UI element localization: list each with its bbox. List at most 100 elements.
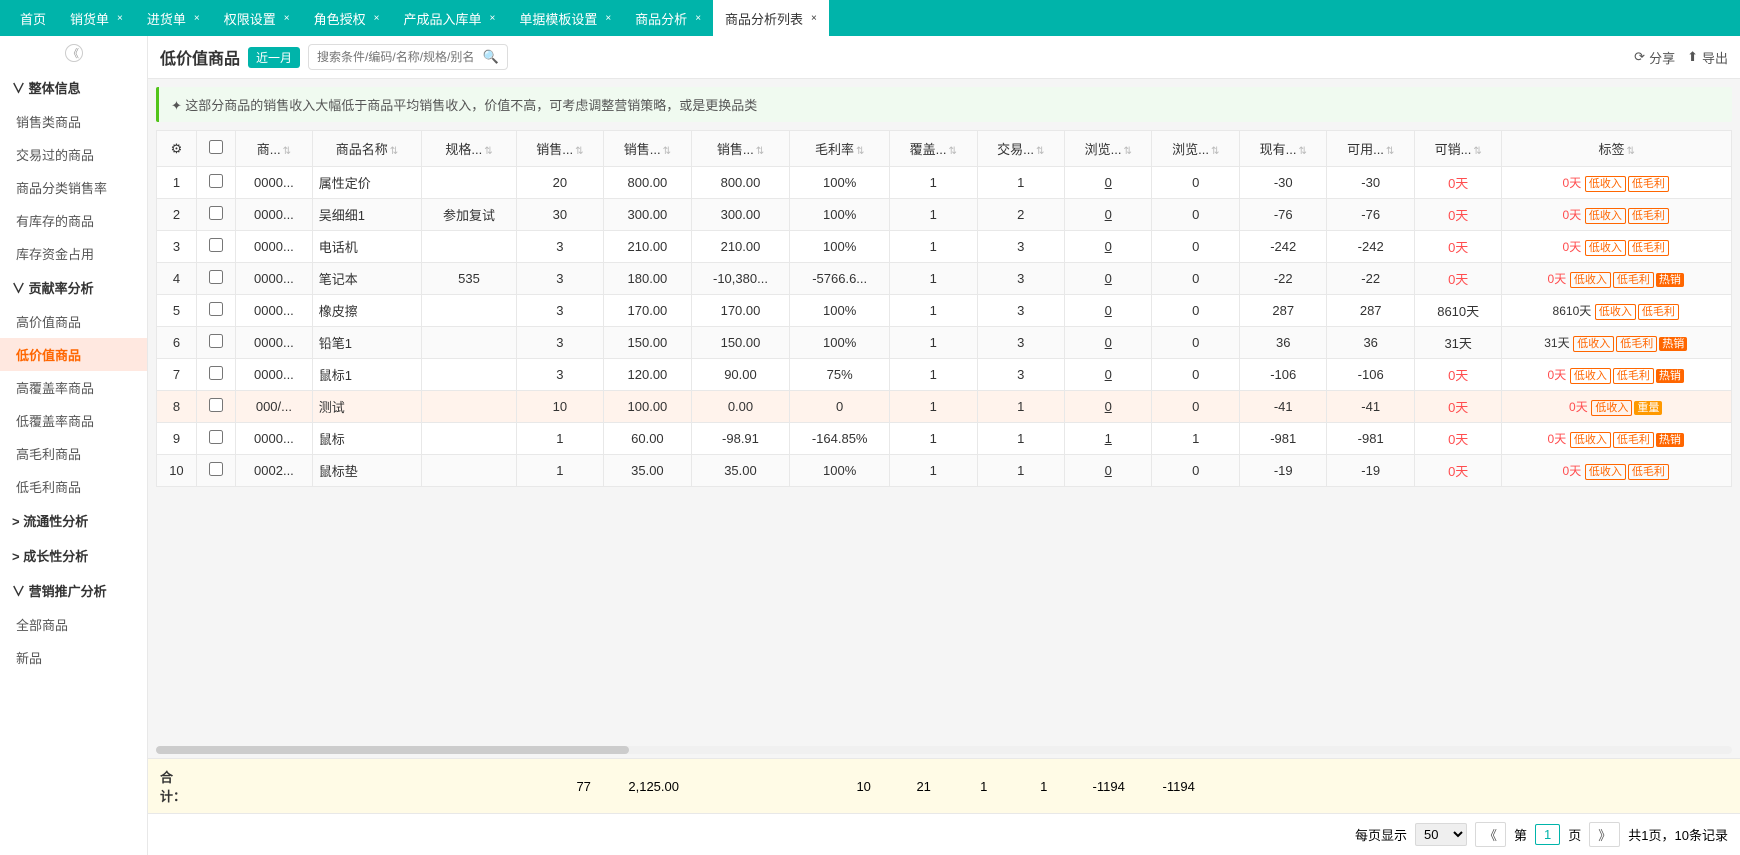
row-select[interactable] <box>209 366 223 380</box>
row-browse1[interactable]: 0 <box>1065 295 1152 327</box>
col-available-stock[interactable]: 可用...⇅ <box>1327 131 1414 167</box>
sidebar-group-overall-label: ∨ 整体信息 <box>12 78 81 97</box>
col-sellable-stock[interactable]: 可销...⇅ <box>1414 131 1501 167</box>
search-box[interactable]: 🔍 <box>308 44 508 70</box>
row-browse1[interactable]: 0 <box>1065 167 1152 199</box>
sidebar-group-growth[interactable]: > 成长性分析 <box>0 538 147 573</box>
sidebar-group-flow[interactable]: > 流通性分析 <box>0 503 147 538</box>
row-browse1[interactable]: 0 <box>1065 455 1152 487</box>
sidebar-item-low-profit[interactable]: 低毛利商品 <box>0 470 147 503</box>
share-button[interactable]: ⟳ 分享 <box>1634 48 1675 67</box>
sidebar-item-low-coverage[interactable]: 低覆盖率商品 <box>0 404 147 437</box>
sidebar-item-category-rate[interactable]: 商品分类销售率 <box>0 171 147 204</box>
sidebar-group-marketing[interactable]: ∨ 营销推广分析 <box>0 573 147 608</box>
col-spec[interactable]: 规格...⇅ <box>422 131 516 167</box>
row-checkbox[interactable] <box>196 295 235 327</box>
row-browse1[interactable]: 0 <box>1065 263 1152 295</box>
row-code: 0002... <box>236 455 313 487</box>
row-checkbox[interactable] <box>196 199 235 231</box>
sidebar-item-high-value[interactable]: 高价值商品 <box>0 305 147 338</box>
row-select[interactable] <box>209 174 223 188</box>
nav-permissions[interactable]: 权限设置 × <box>212 0 302 36</box>
row-browse1[interactable]: 0 <box>1065 231 1152 263</box>
row-browse1[interactable]: 0 <box>1065 391 1152 423</box>
row-checkbox[interactable] <box>196 167 235 199</box>
nav-purchase-close[interactable]: × <box>194 13 200 24</box>
nav-home[interactable]: 首页 <box>8 0 58 36</box>
sidebar-item-sales-products[interactable]: 销售类商品 <box>0 105 147 138</box>
nav-analysis-close[interactable]: × <box>695 13 701 24</box>
sidebar-group-overall[interactable]: ∨ 整体信息 <box>0 70 147 105</box>
nav-templates[interactable]: 单据模板设置 × <box>507 0 623 36</box>
col-tags[interactable]: 标签⇅ <box>1502 131 1732 167</box>
row-select[interactable] <box>209 430 223 444</box>
row-select[interactable] <box>209 302 223 316</box>
sidebar-item-high-profit[interactable]: 高毛利商品 <box>0 437 147 470</box>
sidebar-item-traded-products[interactable]: 交易过的商品 <box>0 138 147 171</box>
col-coverage[interactable]: 覆盖...⇅ <box>890 131 977 167</box>
row-checkbox[interactable] <box>196 391 235 423</box>
sidebar-item-high-coverage[interactable]: 高覆盖率商品 <box>0 371 147 404</box>
row-sellable-stock: 0天 <box>1414 167 1501 199</box>
sidebar-item-stock-products[interactable]: 有库存的商品 <box>0 204 147 237</box>
nav-sales[interactable]: 销货单 × <box>58 0 135 36</box>
filter-tag[interactable]: 近一月 <box>248 47 300 68</box>
row-checkbox[interactable] <box>196 263 235 295</box>
row-checkbox[interactable] <box>196 455 235 487</box>
sidebar-group-growth-label: > 成长性分析 <box>12 546 88 565</box>
row-browse1[interactable]: 0 <box>1065 359 1152 391</box>
sidebar-item-all-products[interactable]: 全部商品 <box>0 608 147 641</box>
row-browse1[interactable]: 0 <box>1065 327 1152 359</box>
row-checkbox[interactable] <box>196 327 235 359</box>
col-name[interactable]: 商品名称⇅ <box>312 131 422 167</box>
row-browse1[interactable]: 1 <box>1065 423 1152 455</box>
sidebar-item-low-value[interactable]: 低价值商品 <box>0 338 147 371</box>
per-page-select[interactable]: 50 100 200 <box>1415 823 1467 846</box>
row-select[interactable] <box>209 206 223 220</box>
row-select[interactable] <box>209 462 223 476</box>
col-browse1[interactable]: 浏览...⇅ <box>1065 131 1152 167</box>
nav-roles-close[interactable]: × <box>374 13 380 24</box>
row-browse1[interactable]: 0 <box>1065 199 1152 231</box>
row-select[interactable] <box>209 270 223 284</box>
nav-roles[interactable]: 角色授权 × <box>302 0 392 36</box>
notice-icon: ✦ <box>171 98 182 113</box>
col-current-stock[interactable]: 现有...⇅ <box>1239 131 1326 167</box>
nav-permissions-close[interactable]: × <box>284 13 290 24</box>
row-checkbox[interactable] <box>196 423 235 455</box>
col-code[interactable]: 商...⇅ <box>236 131 313 167</box>
nav-products-close[interactable]: × <box>489 13 495 24</box>
col-gross-rate[interactable]: 毛利率⇅ <box>790 131 890 167</box>
col-sales1[interactable]: 销售...⇅ <box>516 131 603 167</box>
search-icon[interactable]: 🔍 <box>483 49 499 65</box>
nav-purchase[interactable]: 进货单 × <box>135 0 212 36</box>
row-select[interactable] <box>209 334 223 348</box>
row-checkbox[interactable] <box>196 231 235 263</box>
scroll-bar-thumb[interactable] <box>156 746 629 754</box>
search-input[interactable] <box>317 50 479 64</box>
sidebar-group-contribution[interactable]: ∨ 贡献率分析 <box>0 270 147 305</box>
nav-templates-close[interactable]: × <box>605 13 611 24</box>
nav-sales-close[interactable]: × <box>117 13 123 24</box>
col-browse2[interactable]: 浏览...⇅ <box>1152 131 1239 167</box>
row-select[interactable] <box>209 238 223 252</box>
col-sales2[interactable]: 销售...⇅ <box>604 131 691 167</box>
sidebar-item-stock-fund[interactable]: 库存资金占用 <box>0 237 147 270</box>
nav-analysis[interactable]: 商品分析 × <box>623 0 713 36</box>
select-all-checkbox[interactable] <box>209 140 223 154</box>
export-button[interactable]: ⬆ 导出 <box>1687 48 1728 67</box>
row-checkbox[interactable] <box>196 359 235 391</box>
col-checkbox[interactable] <box>196 131 235 167</box>
nav-analysis-list-close[interactable]: × <box>811 13 817 24</box>
first-page-btn[interactable]: 《 <box>1475 822 1506 847</box>
nav-products[interactable]: 产成品入库单 × <box>391 0 507 36</box>
nav-analysis-list[interactable]: 商品分析列表 × <box>713 0 829 36</box>
sidebar-item-new-products[interactable]: 新品 <box>0 641 147 674</box>
col-sales3[interactable]: 销售...⇅ <box>691 131 790 167</box>
last-page-btn[interactable]: 》 <box>1589 822 1620 847</box>
row-select[interactable] <box>209 398 223 412</box>
sidebar-collapse-btn[interactable]: 《 <box>65 44 83 62</box>
tag-label: 低收入 <box>1585 240 1626 256</box>
col-transaction[interactable]: 交易...⇅ <box>977 131 1064 167</box>
col-settings[interactable]: ⚙ <box>157 131 197 167</box>
